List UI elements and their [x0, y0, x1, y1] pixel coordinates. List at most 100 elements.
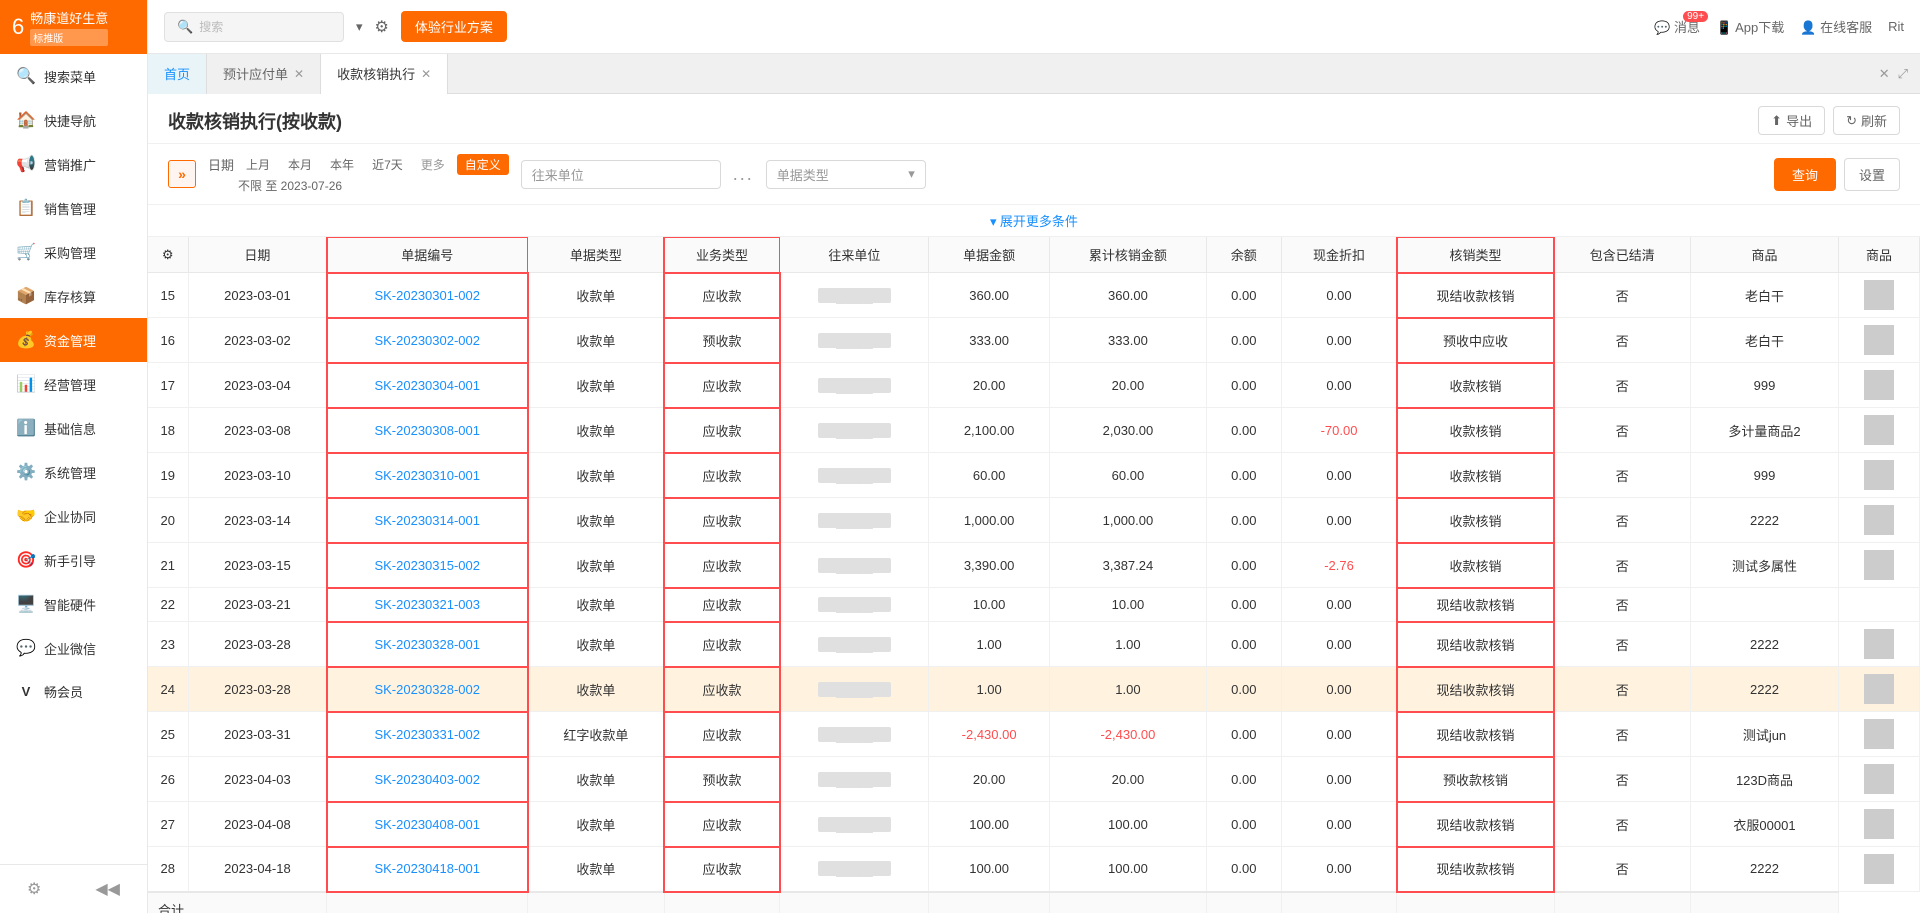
- filter-date-custom[interactable]: 自定义: [457, 154, 509, 175]
- tab-close-all-icon[interactable]: ✕: [1879, 66, 1890, 82]
- filter-date-more[interactable]: 更多: [415, 154, 451, 175]
- cell-biz-type: 应收款: [664, 498, 780, 543]
- filter-date-7days[interactable]: 近7天: [366, 154, 409, 175]
- doc-no-link[interactable]: SK-20230418-001: [374, 861, 480, 876]
- doc-no-link[interactable]: SK-20230308-001: [374, 423, 480, 438]
- table-header-row: ⚙ 日期 单据编号 单据类型 业务类型 往来单位 单据金额 累计核销金额 余额 …: [148, 237, 1920, 273]
- doc-no-link[interactable]: SK-20230310-001: [374, 468, 480, 483]
- tab-home[interactable]: 首页: [148, 54, 207, 94]
- filter-more-dots[interactable]: ...: [733, 164, 754, 185]
- sidebar-item-label: 营销推广: [44, 155, 96, 174]
- sidebar-item-basic[interactable]: ℹ️ 基础信息: [0, 406, 147, 450]
- sidebar-item-sales[interactable]: 📋 销售管理: [0, 186, 147, 230]
- sidebar-item-label: 库存核算: [44, 287, 96, 306]
- sidebar-item-wechat[interactable]: 💬 企业微信: [0, 626, 147, 670]
- topbar-dropdown-arrow[interactable]: ▾: [356, 19, 363, 35]
- cell-writeoff-type: 现结收款核销: [1397, 712, 1554, 757]
- cell-discount: 0.00: [1281, 757, 1397, 802]
- sidebar-item-corp[interactable]: 🤝 企业协同: [0, 494, 147, 538]
- experience-btn[interactable]: 体验行业方案: [401, 11, 507, 42]
- cell-date: 2023-03-08: [188, 408, 327, 453]
- cell-include-settled: 否: [1554, 802, 1690, 847]
- sidebar-item-shortcut[interactable]: 🏠 快捷导航: [0, 98, 147, 142]
- cell-biz-type: 应收款: [664, 622, 780, 667]
- filter-partner-input[interactable]: 往来单位: [521, 160, 721, 189]
- query-button[interactable]: 查询: [1774, 158, 1836, 191]
- refresh-button[interactable]: ↻ 刷新: [1833, 106, 1900, 135]
- sidebar-item-guide[interactable]: 🎯 新手引导: [0, 538, 147, 582]
- doc-no-link[interactable]: SK-20230302-002: [374, 333, 480, 348]
- col-gear[interactable]: ⚙: [148, 237, 188, 273]
- doc-no-link[interactable]: SK-20230321-003: [374, 597, 480, 612]
- doc-no-link[interactable]: SK-20230315-002: [374, 558, 480, 573]
- doc-no-link[interactable]: SK-20230304-001: [374, 378, 480, 393]
- cell-goods2: [1838, 757, 1919, 802]
- table-body: 15 2023-03-01 SK-20230301-002 收款单 应收款 ██…: [148, 273, 1920, 913]
- col-writeoff-type: 核销类型: [1397, 237, 1554, 273]
- sidebar-item-inventory[interactable]: 📦 库存核算: [0, 274, 147, 318]
- cell-amount: 1,000.00: [929, 498, 1050, 543]
- table-row: 25 2023-03-31 SK-20230331-002 红字收款单 应收款 …: [148, 712, 1920, 757]
- cell-goods: 衣服00001: [1691, 802, 1839, 847]
- page-content: 收款核销执行(按收款) ⬆ 导出 ↻ 刷新 » 日期 上月: [148, 94, 1920, 913]
- doc-no-link[interactable]: SK-20230331-002: [374, 727, 480, 742]
- cell-doc-type: 收款单: [528, 588, 664, 622]
- cell-no: 17: [148, 363, 188, 408]
- doc-no-link[interactable]: SK-20230403-002: [374, 772, 480, 787]
- topbar-gear-icon[interactable]: ⚙: [375, 17, 389, 37]
- setting-button[interactable]: 设置: [1844, 158, 1900, 191]
- sidebar-item-purchase[interactable]: 🛒 采购管理: [0, 230, 147, 274]
- filter-date-this-month[interactable]: 本月: [282, 154, 318, 175]
- tab-maximize-icon[interactable]: ⤢: [1898, 66, 1908, 82]
- chevron-down-icon: ▾: [908, 166, 915, 182]
- sidebar-item-finance[interactable]: 💰 资金管理: [0, 318, 147, 362]
- cell-include-settled: 否: [1554, 408, 1690, 453]
- filter-bar: » 日期 上月 本月 本年 近7天 更多 自定义 不限 至 2023-07-26…: [148, 144, 1920, 205]
- sidebar-item-operation[interactable]: 📊 经营管理: [0, 362, 147, 406]
- app-download-btn[interactable]: 📱 App下载: [1716, 17, 1784, 36]
- cell-partner: ████: [780, 588, 929, 622]
- filter-doc-type-select[interactable]: 单据类型 ▾: [766, 160, 926, 189]
- sidebar-item-member[interactable]: V 畅会员: [0, 670, 147, 713]
- cell-partner: ████: [780, 847, 929, 892]
- message-btn[interactable]: 💬 消息 99+: [1654, 17, 1700, 36]
- online-service-btn[interactable]: 👤 在线客服: [1800, 17, 1872, 36]
- filter-date-last-month[interactable]: 上月: [240, 154, 276, 175]
- filter-expand-bar[interactable]: ▾ 展开更多条件: [148, 205, 1920, 237]
- tab-payable[interactable]: 预计应付单 ✕: [207, 54, 321, 94]
- doc-no-link[interactable]: SK-20230314-001: [374, 513, 480, 528]
- cell-discount: 0.00: [1281, 847, 1397, 892]
- cell-writeoff-type: 收款核销: [1397, 498, 1554, 543]
- doc-no-link[interactable]: SK-20230328-002: [374, 682, 480, 697]
- sidebar-item-hardware[interactable]: 🖥️ 智能硬件: [0, 582, 147, 626]
- filter-collapse-btn[interactable]: »: [168, 160, 196, 188]
- cell-amount: 1.00: [929, 667, 1050, 712]
- doc-no-link[interactable]: SK-20230301-002: [374, 288, 480, 303]
- cell-include-settled: 否: [1554, 543, 1690, 588]
- cell-biz-type: 应收款: [664, 363, 780, 408]
- doc-no-link[interactable]: SK-20230408-001: [374, 817, 480, 832]
- table-container[interactable]: ⚙ 日期 单据编号 单据类型 业务类型 往来单位 单据金额 累计核销金额 余额 …: [148, 237, 1920, 913]
- cell-goods: 测试jun: [1691, 712, 1839, 757]
- sidebar-item-marketing[interactable]: 📢 营销推广: [0, 142, 147, 186]
- collapse-icon[interactable]: ◀◀: [89, 873, 126, 905]
- username-label: Rit: [1888, 19, 1904, 34]
- cell-biz-type: 应收款: [664, 847, 780, 892]
- user-avatar[interactable]: Rit: [1888, 19, 1904, 34]
- doc-no-link[interactable]: SK-20230328-001: [374, 637, 480, 652]
- payable-tab-close[interactable]: ✕: [294, 67, 304, 81]
- sidebar-item-search[interactable]: 🔍 搜索菜单: [0, 54, 147, 98]
- cell-amount: 3,390.00: [929, 543, 1050, 588]
- filter-date-this-year[interactable]: 本年: [324, 154, 360, 175]
- tab-writeoff[interactable]: 收款核销执行 ✕: [321, 54, 448, 94]
- export-button[interactable]: ⬆ 导出: [1758, 106, 1825, 135]
- writeoff-tab-close[interactable]: ✕: [421, 67, 431, 81]
- gear-icon[interactable]: ⚙: [162, 247, 174, 262]
- cell-no: 22: [148, 588, 188, 622]
- cell-balance: 0.00: [1206, 453, 1281, 498]
- cell-discount: 0.00: [1281, 453, 1397, 498]
- settings-bottom-icon[interactable]: ⚙: [21, 873, 47, 905]
- topbar-search[interactable]: 🔍 搜索: [164, 12, 344, 42]
- cell-doc-type: 收款单: [528, 273, 664, 318]
- sidebar-item-system[interactable]: ⚙️ 系统管理: [0, 450, 147, 494]
